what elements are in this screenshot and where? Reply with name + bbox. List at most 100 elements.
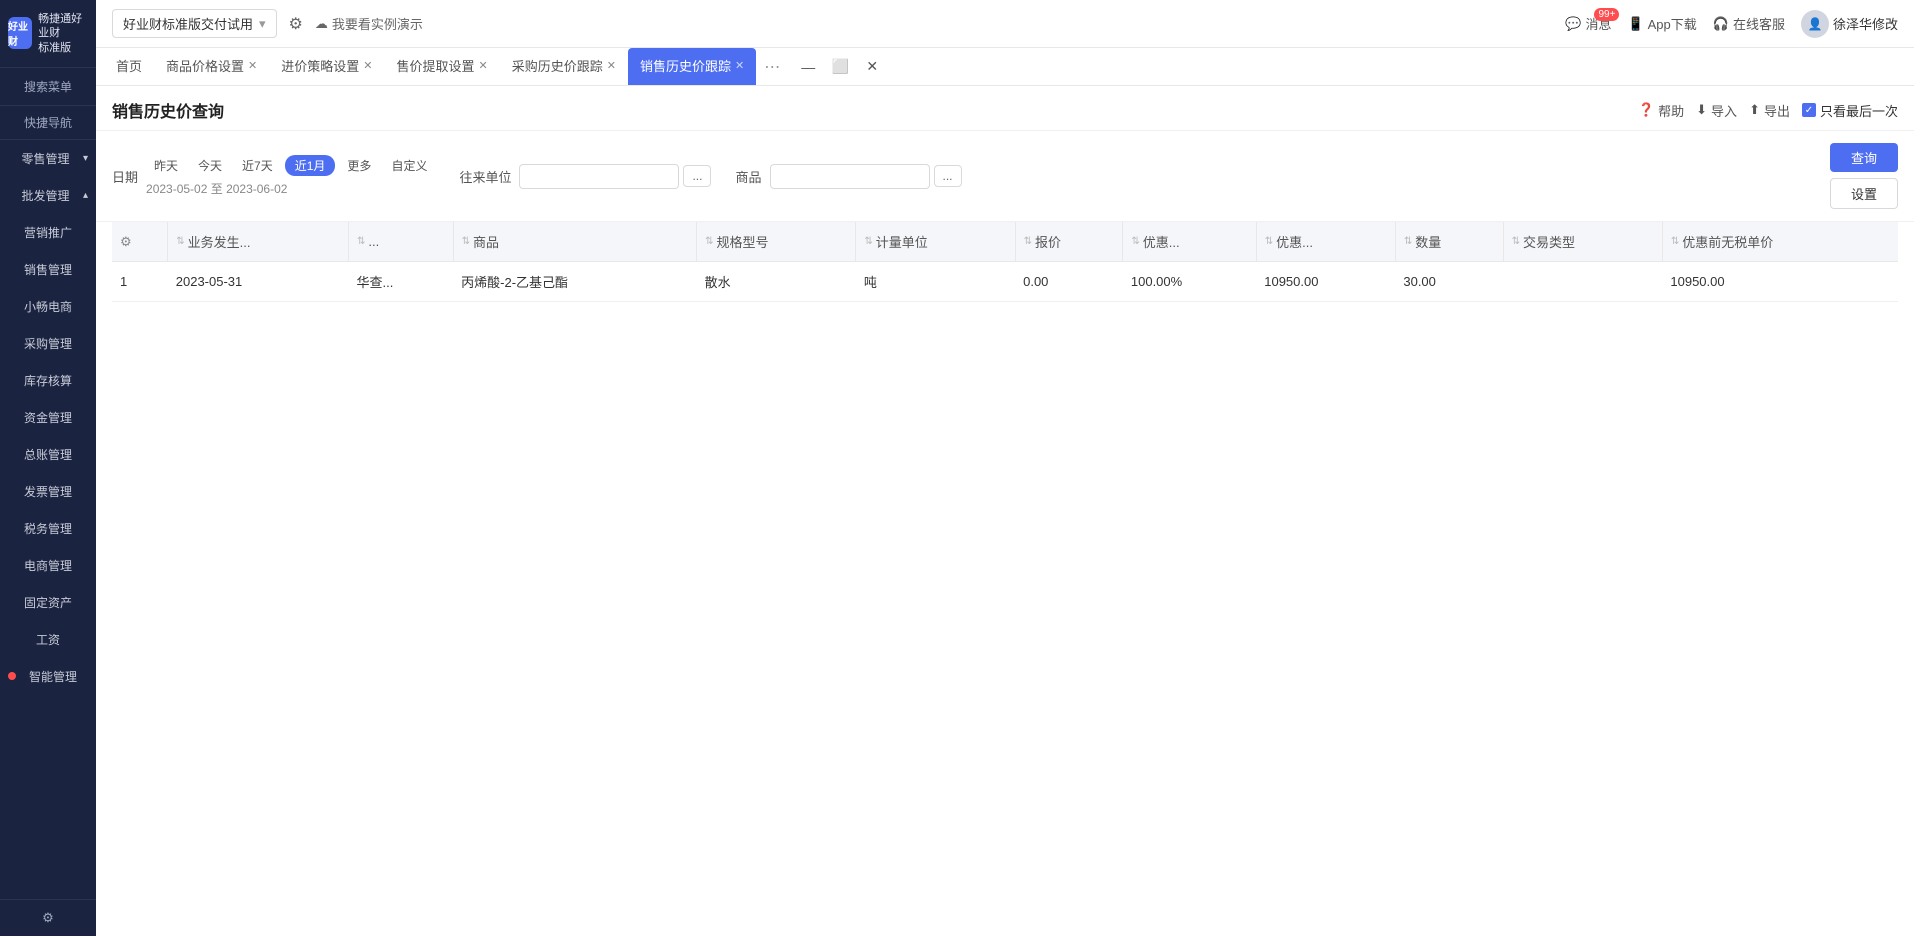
header-right: 💬 消息 99+ 📱 App下载 🎧 在线客服 👤 徐泽华修改 bbox=[1565, 10, 1898, 38]
sidebar-item-tax[interactable]: 税务管理 bbox=[0, 510, 96, 547]
sidebar-item-sales[interactable]: 销售管理 bbox=[0, 251, 96, 288]
checkbox-icon: ✓ bbox=[1802, 103, 1816, 117]
query-button[interactable]: 查询 bbox=[1830, 143, 1898, 172]
tab-home[interactable]: 首页 bbox=[104, 48, 154, 86]
sidebar-item-smart[interactable]: 智能管理 bbox=[0, 658, 96, 695]
cell-biz-date: 2023-05-31 bbox=[168, 262, 349, 302]
sort-icon[interactable]: ⇅ bbox=[357, 236, 365, 247]
user-info[interactable]: 👤 徐泽华修改 bbox=[1801, 10, 1898, 38]
date-range-display: 2023-05-02 至 2023-06-02 bbox=[146, 180, 435, 197]
app-download-button[interactable]: 📱 App下载 bbox=[1627, 14, 1696, 33]
source-unit-input-wrap: ... bbox=[519, 164, 711, 189]
close-icon[interactable]: ✕ bbox=[607, 59, 616, 72]
sidebar-item-salary[interactable]: 工资 bbox=[0, 621, 96, 658]
import-icon: ⬇ bbox=[1696, 102, 1707, 118]
sidebar-item-retail[interactable]: 零售管理 ▾ bbox=[0, 140, 96, 177]
settings-icon[interactable]: ⚙ bbox=[289, 14, 303, 34]
th-unit: ⇅ 计量单位 bbox=[856, 222, 1015, 262]
query-action-buttons: 查询 设置 bbox=[1830, 143, 1898, 209]
gear-icon[interactable]: ⚙ bbox=[120, 234, 132, 249]
filter-area: 日期 昨天 今天 近7天 近1月 更多 自定义 2023-05-02 至 202… bbox=[96, 131, 1914, 222]
settings-button[interactable]: 设置 bbox=[1830, 178, 1898, 209]
close-icon[interactable]: ✕ bbox=[735, 59, 744, 72]
sidebar-item-ledger[interactable]: 总账管理 bbox=[0, 436, 96, 473]
help-icon: ❓ bbox=[1638, 102, 1654, 118]
demo-link[interactable]: ☁ 我要看实例演示 bbox=[315, 14, 423, 33]
message-button[interactable]: 💬 消息 99+ bbox=[1565, 14, 1611, 33]
data-table: ⚙ ⇅ 业务发生... ⇅ ... bbox=[112, 222, 1898, 302]
product-input-wrap: ... bbox=[770, 164, 962, 189]
tab-expand-button[interactable]: ⋯ bbox=[756, 57, 788, 77]
close-icon[interactable]: ✕ bbox=[479, 59, 488, 72]
chevron-down-icon: ▾ bbox=[259, 16, 266, 32]
tab-product-price[interactable]: 商品价格设置 ✕ bbox=[154, 48, 269, 86]
table-container: ⚙ ⇅ 业务发生... ⇅ ... bbox=[96, 222, 1914, 936]
sidebar-item-purchase[interactable]: 采购管理 bbox=[0, 325, 96, 362]
window-close-button[interactable]: ✕ bbox=[860, 55, 884, 79]
sort-icon[interactable]: ⇅ bbox=[1404, 236, 1412, 247]
tab-purchase-strategy[interactable]: 进价策略设置 ✕ bbox=[269, 48, 384, 86]
product-ellipsis-button[interactable]: ... bbox=[934, 165, 962, 187]
th-pretax-price: ⇅ 优惠前无税单价 bbox=[1662, 222, 1898, 262]
online-service-button[interactable]: 🎧 在线客服 bbox=[1713, 14, 1785, 33]
close-icon[interactable]: ✕ bbox=[248, 59, 257, 72]
th-discount1: ⇅ 优惠... bbox=[1123, 222, 1256, 262]
sidebar-item-ecom[interactable]: 电商管理 bbox=[0, 547, 96, 584]
tab-purchase-history[interactable]: 采购历史价跟踪 ✕ bbox=[500, 48, 628, 86]
sidebar-quick-nav[interactable]: 快捷导航 bbox=[0, 106, 96, 140]
close-icon[interactable]: ✕ bbox=[363, 59, 372, 72]
th-extra: ⇅ ... bbox=[348, 222, 453, 262]
sort-icon[interactable]: ⇅ bbox=[1671, 236, 1679, 247]
sort-icon[interactable]: ⇅ bbox=[1131, 236, 1139, 247]
import-button[interactable]: ⬇ 导入 bbox=[1696, 101, 1737, 120]
date-yesterday[interactable]: 昨天 bbox=[146, 155, 186, 176]
date-label: 日期 bbox=[112, 167, 138, 186]
product-input[interactable] bbox=[770, 164, 930, 189]
sidebar-item-assets[interactable]: 固定资产 bbox=[0, 584, 96, 621]
tab-sales-history[interactable]: 销售历史价跟踪 ✕ bbox=[628, 48, 756, 86]
th-spec: ⇅ 规格型号 bbox=[697, 222, 856, 262]
sidebar-item-invoice[interactable]: 发票管理 bbox=[0, 473, 96, 510]
cell-discount2: 10950.00 bbox=[1256, 262, 1395, 302]
date-today[interactable]: 今天 bbox=[190, 155, 230, 176]
th-settings[interactable]: ⚙ bbox=[112, 222, 168, 262]
version-label: 好业财标准版交付试用 bbox=[123, 14, 253, 33]
sort-icon[interactable]: ⇅ bbox=[1265, 236, 1273, 247]
window-maximize-button[interactable]: ⬜ bbox=[828, 55, 852, 79]
sort-icon[interactable]: ⇅ bbox=[462, 236, 470, 247]
tab-sale-price[interactable]: 售价提取设置 ✕ bbox=[384, 48, 499, 86]
message-icon: 💬 bbox=[1565, 16, 1581, 32]
help-button[interactable]: ❓ 帮助 bbox=[1638, 101, 1684, 120]
sidebar-item-ecom-small[interactable]: 小畅电商 bbox=[0, 288, 96, 325]
sort-icon[interactable]: ⇅ bbox=[1512, 236, 1520, 247]
avatar: 👤 bbox=[1801, 10, 1829, 38]
sort-icon[interactable]: ⇅ bbox=[176, 236, 184, 247]
export-icon: ⬆ bbox=[1749, 102, 1760, 118]
sidebar-item-wholesale[interactable]: 批发管理 ▴ bbox=[0, 177, 96, 214]
source-unit-ellipsis-button[interactable]: ... bbox=[683, 165, 711, 187]
sidebar-item-capital[interactable]: 资金管理 bbox=[0, 399, 96, 436]
date-more[interactable]: 更多 bbox=[339, 155, 379, 176]
date-last1month[interactable]: 近1月 bbox=[285, 155, 336, 176]
chevron-up-icon: ▴ bbox=[83, 190, 88, 201]
top-header: 好业财标准版交付试用 ▾ ⚙ ☁ 我要看实例演示 💬 消息 99+ 📱 App下… bbox=[96, 0, 1914, 48]
version-selector[interactable]: 好业财标准版交付试用 ▾ bbox=[112, 9, 277, 38]
sidebar-search[interactable]: 搜索菜单 bbox=[0, 68, 96, 106]
sort-icon[interactable]: ⇅ bbox=[1024, 236, 1032, 247]
window-controls: — ⬜ ✕ bbox=[796, 55, 884, 79]
date-last7[interactable]: 近7天 bbox=[234, 155, 281, 176]
window-minimize-button[interactable]: — bbox=[796, 55, 820, 79]
source-unit-input[interactable] bbox=[519, 164, 679, 189]
date-options: 昨天 今天 近7天 近1月 更多 自定义 bbox=[146, 155, 435, 176]
sidebar-settings-button[interactable]: ⚙ bbox=[0, 899, 96, 936]
table-row[interactable]: 1 2023-05-31 华查... 丙烯酸-2-乙基己酯 散水 吨 0.00 … bbox=[112, 262, 1898, 302]
date-custom[interactable]: 自定义 bbox=[383, 155, 435, 176]
sort-icon[interactable]: ⇅ bbox=[705, 236, 713, 247]
export-button[interactable]: ⬆ 导出 bbox=[1749, 101, 1790, 120]
sidebar: 好业财 畅捷通好业财 标准版 搜索菜单 快捷导航 零售管理 ▾ 批发管理 ▴ 营… bbox=[0, 0, 96, 936]
only-last-checkbox[interactable]: ✓ 只看最后一次 bbox=[1802, 101, 1898, 120]
logo-text: 畅捷通好业财 标准版 bbox=[38, 12, 88, 55]
sidebar-item-marketing[interactable]: 营销推广 bbox=[0, 214, 96, 251]
sidebar-item-inventory[interactable]: 库存核算 bbox=[0, 362, 96, 399]
sort-icon[interactable]: ⇅ bbox=[864, 236, 872, 247]
